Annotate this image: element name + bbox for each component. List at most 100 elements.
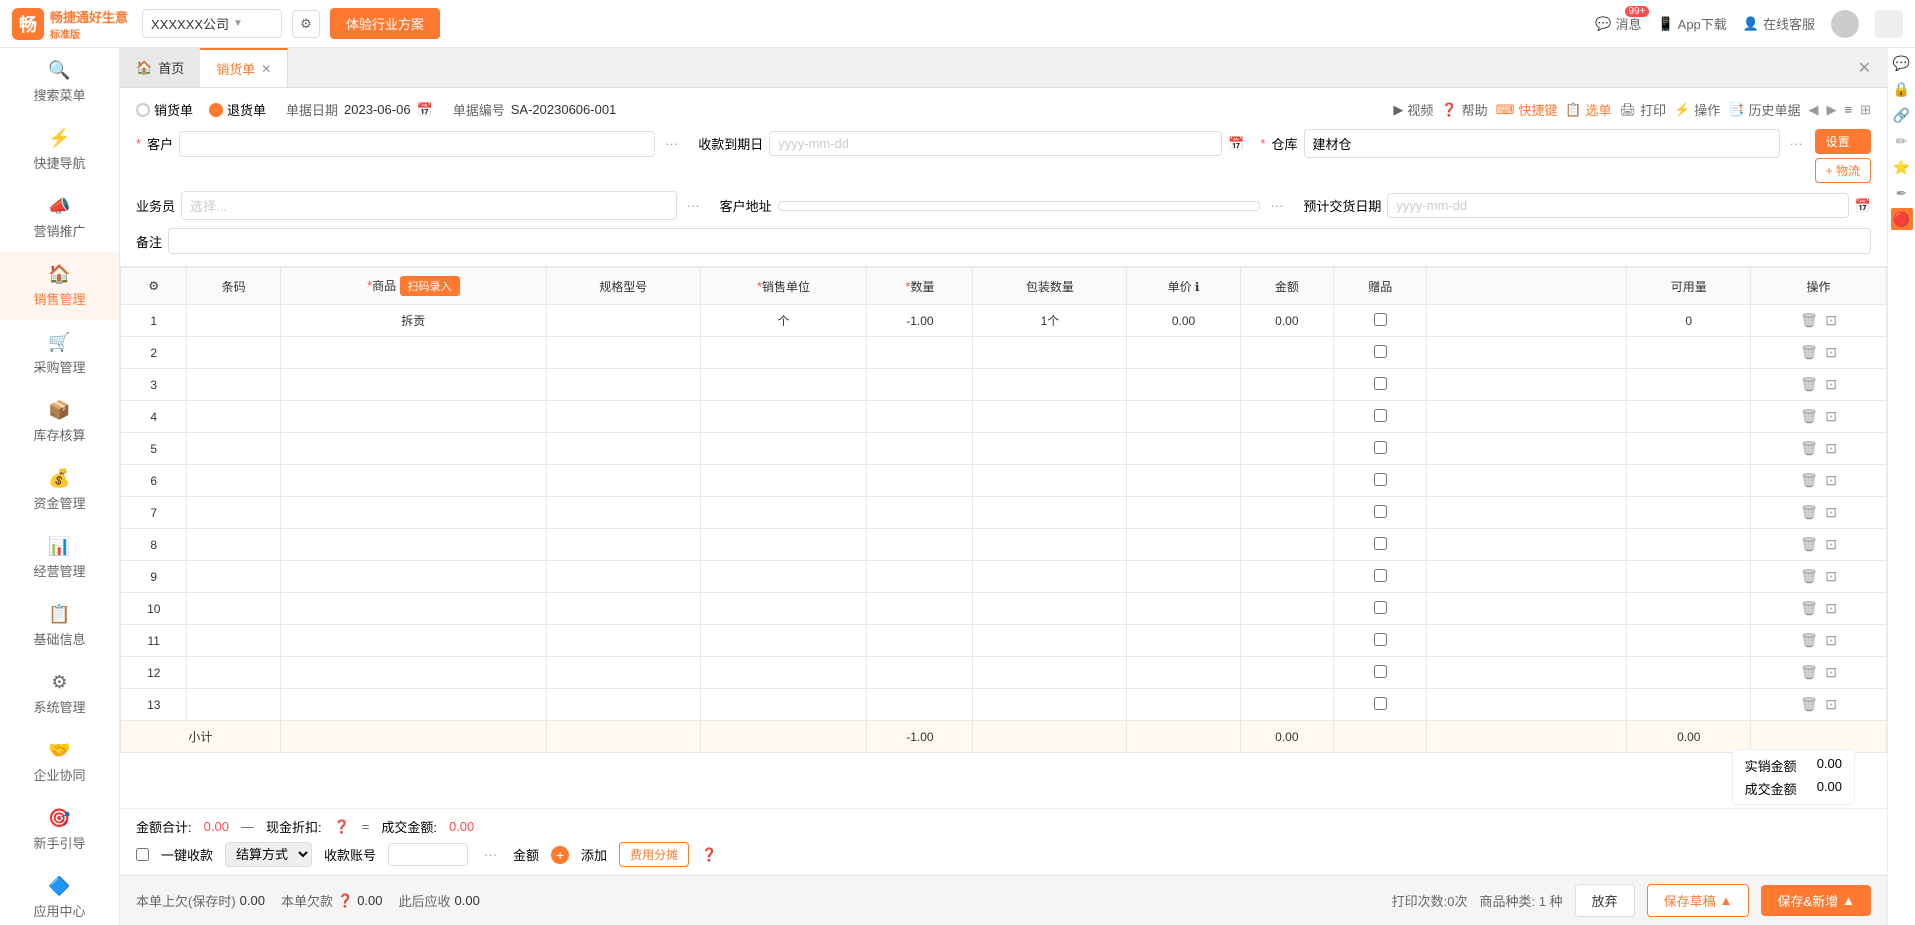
row-unit[interactable]: 个 xyxy=(700,305,867,337)
right-panel-orange[interactable]: 🔴 xyxy=(1891,208,1913,230)
copy-row-icon[interactable]: ⊡ xyxy=(1825,376,1837,392)
row-pack-qty[interactable] xyxy=(973,561,1127,593)
row-barcode[interactable] xyxy=(187,433,280,465)
sidebar-item-operations[interactable]: 📊 经营管理 xyxy=(0,524,119,592)
warehouse-input[interactable]: 建材仓 xyxy=(1304,129,1780,158)
row-barcode[interactable] xyxy=(187,305,280,337)
calendar-icon-date[interactable]: 📅 xyxy=(417,102,433,118)
action-btn[interactable]: ⚡ 操作 xyxy=(1674,100,1720,119)
payment-method-select[interactable]: 结算方式 xyxy=(225,842,312,867)
row-amount[interactable] xyxy=(1240,369,1333,401)
row-barcode[interactable] xyxy=(187,657,280,689)
right-panel-chat[interactable]: 💬 xyxy=(1891,52,1913,74)
sidebar-item-sales[interactable]: 🏠 销售管理 xyxy=(0,252,119,320)
right-panel-lock[interactable]: 🔒 xyxy=(1891,78,1913,100)
delete-row-icon[interactable]: 🗑 xyxy=(1800,344,1818,360)
delete-row-icon[interactable]: 🗑 xyxy=(1800,536,1818,552)
sidebar-item-enterprise[interactable]: 🤝 企业协同 xyxy=(0,728,119,796)
row-quantity[interactable]: -1.00 xyxy=(867,305,973,337)
row-unit-price[interactable] xyxy=(1127,369,1240,401)
delete-row-icon[interactable]: 🗑 xyxy=(1800,376,1818,392)
row-barcode[interactable] xyxy=(187,689,280,721)
row-barcode[interactable] xyxy=(187,593,280,625)
row-gift[interactable] xyxy=(1334,529,1427,561)
discard-button[interactable]: 放弃 xyxy=(1575,884,1635,917)
row-gift[interactable] xyxy=(1334,401,1427,433)
row-product[interactable] xyxy=(280,465,546,497)
row-pack-qty[interactable] xyxy=(973,369,1127,401)
row-unit-price[interactable] xyxy=(1127,337,1240,369)
scan-button[interactable]: 扫码录入 xyxy=(400,276,460,296)
row-product[interactable] xyxy=(280,369,546,401)
row-unit-price[interactable] xyxy=(1127,625,1240,657)
row-spec[interactable] xyxy=(546,401,700,433)
delete-row-icon[interactable]: 🗑 xyxy=(1800,600,1818,616)
history-btn[interactable]: 📑 历史单据 xyxy=(1728,100,1800,119)
row-amount[interactable] xyxy=(1240,625,1333,657)
help-btn[interactable]: ❓ 帮助 xyxy=(1441,100,1487,119)
row-barcode[interactable] xyxy=(187,561,280,593)
row-unit-price[interactable]: 0.00 xyxy=(1127,305,1240,337)
sidebar-item-finance[interactable]: 💰 资金管理 xyxy=(0,456,119,524)
copy-row-icon[interactable]: ⊡ xyxy=(1825,344,1837,360)
row-unit-price[interactable] xyxy=(1127,593,1240,625)
user-menu[interactable] xyxy=(1875,10,1903,38)
customer-more-btn[interactable]: ··· xyxy=(661,136,682,151)
try-solution-button[interactable]: 体验行业方案 xyxy=(330,8,440,39)
row-quantity[interactable] xyxy=(867,497,973,529)
row-pack-qty[interactable] xyxy=(973,689,1127,721)
sidebar-item-appstore[interactable]: 🔷 应用中心 xyxy=(0,864,119,925)
row-unit[interactable] xyxy=(700,497,867,529)
row-product[interactable] xyxy=(280,433,546,465)
copy-row-icon[interactable]: ⊡ xyxy=(1825,440,1837,456)
row-unit-price[interactable] xyxy=(1127,497,1240,529)
row-amount[interactable]: 0.00 xyxy=(1240,305,1333,337)
row-pack-qty[interactable] xyxy=(973,593,1127,625)
radio-return-order[interactable]: 退货单 xyxy=(209,100,266,119)
row-product[interactable] xyxy=(280,529,546,561)
row-unit[interactable] xyxy=(700,337,867,369)
row-product[interactable] xyxy=(280,401,546,433)
remark-input[interactable] xyxy=(168,228,1871,254)
row-pack-qty[interactable] xyxy=(973,529,1127,561)
tab-sales-order[interactable]: 销货单 ✕ xyxy=(200,48,288,87)
tab-bar-close-icon[interactable]: ✕ xyxy=(1842,58,1887,78)
save-new-button[interactable]: 保存&新增 ▲ xyxy=(1761,885,1871,916)
row-gift[interactable] xyxy=(1334,625,1427,657)
row-spec[interactable] xyxy=(546,305,700,337)
row-gift[interactable] xyxy=(1334,433,1427,465)
copy-row-icon[interactable]: ⊡ xyxy=(1825,632,1837,648)
row-gift[interactable] xyxy=(1334,369,1427,401)
gear-button[interactable]: ⚙ xyxy=(292,10,320,38)
delete-row-icon[interactable]: 🗑 xyxy=(1800,632,1818,648)
delete-row-icon[interactable]: 🗑 xyxy=(1800,408,1818,424)
row-quantity[interactable] xyxy=(867,401,973,433)
delete-row-icon[interactable]: 🗑 xyxy=(1800,696,1818,712)
row-product[interactable] xyxy=(280,625,546,657)
sidebar-item-guide[interactable]: 🎯 新手引导 xyxy=(0,796,119,864)
row-gift[interactable] xyxy=(1334,657,1427,689)
shortcut-btn[interactable]: ⌨ 快捷键 xyxy=(1496,100,1558,119)
delete-row-icon[interactable]: 🗑 xyxy=(1800,312,1818,328)
settings-button[interactable]: 设置 xyxy=(1815,129,1871,154)
row-amount[interactable] xyxy=(1240,529,1333,561)
warehouse-more-btn[interactable]: ··· xyxy=(1786,136,1807,151)
delete-row-icon[interactable]: 🗑 xyxy=(1800,664,1818,680)
sidebar-item-quick-nav[interactable]: ⚡ 快捷导航 xyxy=(0,116,119,184)
row-amount[interactable] xyxy=(1240,465,1333,497)
row-amount[interactable] xyxy=(1240,497,1333,529)
row-unit[interactable] xyxy=(700,593,867,625)
one-click-pay-checkbox[interactable] xyxy=(136,848,149,861)
radio-sales-order[interactable]: 销货单 xyxy=(136,100,193,119)
row-pack-qty[interactable] xyxy=(973,657,1127,689)
row-unit[interactable] xyxy=(700,401,867,433)
view-list-icon[interactable]: ≡ xyxy=(1845,102,1853,117)
message-button[interactable]: 💬 消息 99+ xyxy=(1595,14,1641,33)
row-gift[interactable] xyxy=(1334,497,1427,529)
sidebar-item-system[interactable]: ⚙ 系统管理 xyxy=(0,660,119,728)
online-service-button[interactable]: 👤 在线客服 xyxy=(1743,14,1815,33)
row-pack-qty[interactable] xyxy=(973,433,1127,465)
row-spec[interactable] xyxy=(546,657,700,689)
row-quantity[interactable] xyxy=(867,529,973,561)
row-unit[interactable] xyxy=(700,561,867,593)
